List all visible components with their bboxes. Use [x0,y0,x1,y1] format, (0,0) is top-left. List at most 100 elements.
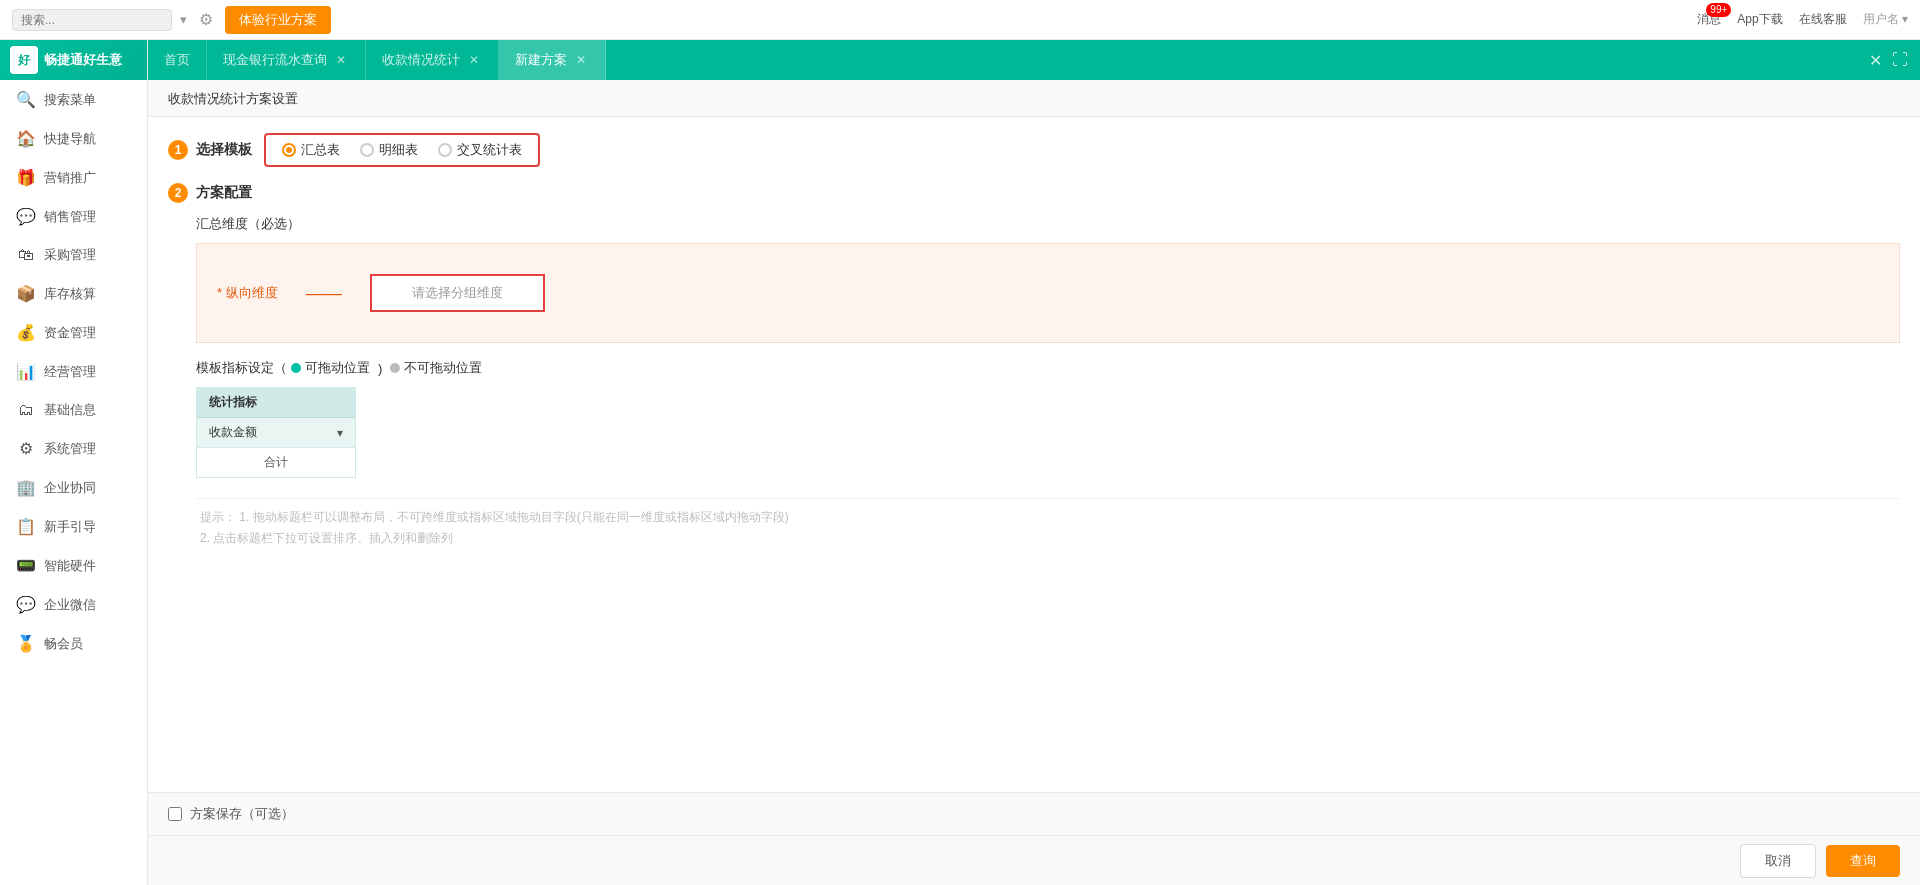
tab-home[interactable]: 首页 [148,40,207,80]
cancel-button[interactable]: 取消 [1740,844,1816,878]
sidebar-item-operation[interactable]: 📊 经营管理 [0,352,147,391]
sidebar-item-wechat[interactable]: 💬 企业微信 [0,585,147,624]
tab-stats[interactable]: 收款情况统计 ✕ [366,40,499,80]
search-icon: 🔍 [16,90,36,109]
dimension-title: 汇总维度（必选） [196,215,1900,233]
sidebar-item-quick[interactable]: 🏠 快捷导航 [0,119,147,158]
download-label[interactable]: App下载 [1737,11,1782,28]
radio-cross-label: 交叉统计表 [457,141,522,159]
sidebar-item-label: 企业协同 [44,479,96,497]
query-button[interactable]: 查询 [1826,845,1900,877]
save-checkbox[interactable] [168,807,182,821]
vip-icon: 🏅 [16,634,36,653]
tab-home-label: 首页 [164,51,190,69]
sidebar-item-basic[interactable]: 🗂 基础信息 [0,391,147,429]
collection-amount-label: 收款金额 [209,424,257,441]
page-content: 收款情况统计方案设置 1 选择模板 汇总表 [148,80,1920,835]
sidebar-item-search[interactable]: 🔍 搜索菜单 [0,80,147,119]
sidebar-item-purchase[interactable]: 🛍 采购管理 [0,236,147,274]
total-label: 合计 [264,455,288,469]
message-badge: 99+ [1706,3,1731,17]
tab-bank[interactable]: 现金银行流水查询 ✕ [207,40,366,80]
sidebar-item-inventory[interactable]: 📦 库存核算 [0,274,147,313]
settings-icon[interactable]: ⚙ [199,10,213,29]
stat-table-header: 统计指标 [197,388,355,417]
vertical-dimension-label: * 纵向维度 [217,284,278,302]
dimension-area: * 纵向维度 —— 请选择分组维度 [196,243,1900,343]
logo-area: 好 畅捷通好生意 [0,40,147,80]
tab-bank-close[interactable]: ✕ [333,52,349,68]
tips-area: 提示： 1. 拖动标题栏可以调整布局，不可跨维度或指标区域拖动目字段(只能在同一… [196,498,1900,561]
logo-icon: 好 [10,46,38,74]
folder-icon: 🗂 [16,401,36,419]
building-icon: 🏢 [16,478,36,497]
sidebar-item-label: 经营管理 [44,363,96,381]
radio-summary[interactable]: 汇总表 [282,141,340,159]
section2-number: 2 [168,183,188,203]
radio-detail-circle [360,143,374,157]
sidebar-item-sales[interactable]: 💬 销售管理 [0,197,147,236]
nav-items: 🔍 搜索菜单 🏠 快捷导航 🎁 营销推广 💬 销售管理 🛍 采购管理 📦 [0,80,147,885]
sidebar-item-marketing[interactable]: 🎁 营销推广 [0,158,147,197]
sidebar-item-enterprise[interactable]: 🏢 企业协同 [0,468,147,507]
sidebar-item-label: 搜索菜单 [44,91,96,109]
tab-bar-actions: ✕ ⛶ [1857,40,1920,80]
user-avatar[interactable]: 用户名 ▾ [1863,11,1908,28]
cell-dropdown-icon[interactable]: ▾ [337,426,343,440]
service-label[interactable]: 在线客服 [1799,11,1847,28]
chart-icon: 📊 [16,362,36,381]
sidebar-item-hardware[interactable]: 📟 智能硬件 [0,546,147,585]
section-config: 2 方案配置 汇总维度（必选） * 纵向维度 [168,183,1900,561]
sidebar-item-label: 销售管理 [44,208,96,226]
section2-title: 方案配置 [196,184,252,202]
separator: ) [378,361,382,376]
save-section: 方案保存（可选） [148,792,1920,835]
tab-new-plan[interactable]: 新建方案 ✕ [499,40,606,80]
sidebar-item-finance[interactable]: 💰 资金管理 [0,313,147,352]
sidebar-item-label: 系统管理 [44,440,96,458]
sidebar-item-label: 资金管理 [44,324,96,342]
chat-icon: 💬 [16,207,36,226]
sidebar-item-system[interactable]: ⚙ 系统管理 [0,429,147,468]
non-draggable-label: 不可拖动位置 [404,359,482,377]
logo-text: 畅捷通好生意 [44,51,122,69]
message-icon-wrap[interactable]: 消息 99+ [1697,11,1721,28]
stat-table-total: 合计 [197,447,355,477]
indicator-section-label: 统计指标 [209,395,257,409]
sidebar-item-label: 新手引导 [44,518,96,536]
draggable-label: 可拖动位置 [305,359,370,377]
sidebar-item-label: 企业微信 [44,596,96,614]
guide-icon: 📋 [16,517,36,536]
dimension-select[interactable]: 请选择分组维度 [370,274,545,312]
stat-table-cell[interactable]: 收款金额 ▾ [197,417,355,447]
search-input[interactable] [12,9,172,31]
stat-table: 统计指标 收款金额 ▾ 合计 [196,387,356,478]
tab-new-plan-close[interactable]: ✕ [573,52,589,68]
save-label: 方案保存（可选） [190,805,294,823]
device-icon: 📟 [16,556,36,575]
non-draggable-dot [390,363,400,373]
dropdown-arrow-icon[interactable]: ▾ [180,12,187,27]
tab-stats-close[interactable]: ✕ [466,52,482,68]
radio-summary-circle [282,143,296,157]
sidebar-item-label: 营销推广 [44,169,96,187]
tab-expand-icon[interactable]: ⛶ [1892,51,1908,69]
sidebar-item-label: 智能硬件 [44,557,96,575]
footer-bar: 取消 查询 [148,835,1920,885]
radio-cross[interactable]: 交叉统计表 [438,141,522,159]
content-area: 1 选择模板 汇总表 明细表 [148,117,1920,792]
top-bar: ▾ ⚙ 体验行业方案 消息 99+ App下载 在线客服 用户名 ▾ [0,0,1920,40]
trial-button[interactable]: 体验行业方案 [225,6,331,34]
wechat-icon: 💬 [16,595,36,614]
tab-bar: 首页 现金银行流水查询 ✕ 收款情况统计 ✕ 新建方案 ✕ ✕ ⛶ [148,40,1920,80]
tab-close-icon[interactable]: ✕ [1869,51,1882,70]
radio-detail[interactable]: 明细表 [360,141,418,159]
radio-detail-label: 明细表 [379,141,418,159]
required-mark: * [217,285,222,300]
sidebar-item-newbie[interactable]: 📋 新手引导 [0,507,147,546]
tab-new-plan-label: 新建方案 [515,51,567,69]
indicator-settings: 模板指标设定（ 可拖动位置 ) 不可拖动位置 [196,359,1900,478]
sidebar-item-vip[interactable]: 🏅 畅会员 [0,624,147,663]
section2-header: 2 方案配置 [168,183,1900,203]
home-icon: 🏠 [16,129,36,148]
